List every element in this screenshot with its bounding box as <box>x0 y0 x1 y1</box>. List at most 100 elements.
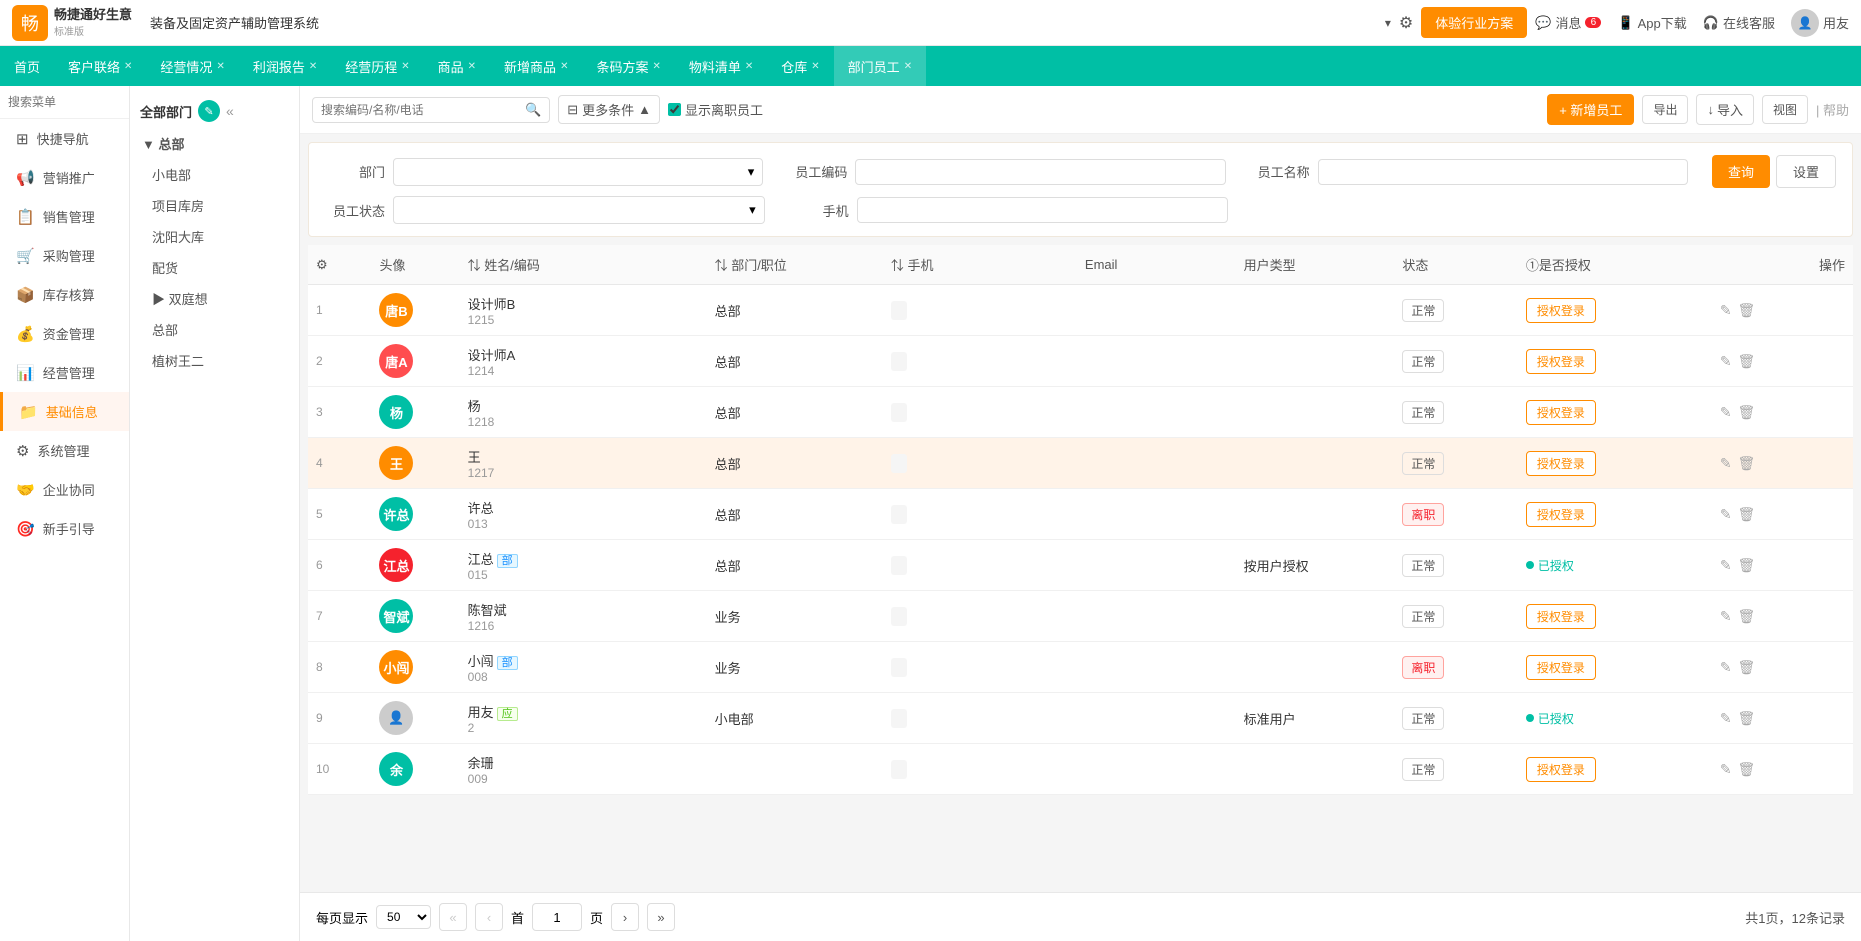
edit-button[interactable]: ✎ <box>1720 506 1732 523</box>
show-resigned-input[interactable] <box>668 103 681 116</box>
dept-edit-btn[interactable]: ✎ <box>198 100 220 122</box>
col-phone-header[interactable]: ⇅ 手机 <box>883 245 1077 285</box>
sidebar-item-bizmanage[interactable]: 📊 经营管理 <box>0 353 129 392</box>
sidebar-item-purchase[interactable]: 🛒 采购管理 <box>0 236 129 275</box>
dept-select[interactable]: ▾ <box>393 158 763 186</box>
tree-item-doublesix[interactable]: ▶ 双庭想 <box>130 283 299 314</box>
tree-item-hq[interactable]: ▼ 总部 <box>130 128 299 159</box>
delete-button[interactable]: 🗑 <box>1738 557 1756 574</box>
close-icon[interactable]: ✕ <box>468 61 476 72</box>
edit-button[interactable]: ✎ <box>1720 404 1732 421</box>
user-btn[interactable]: 👤 用友 <box>1791 9 1849 37</box>
close-icon[interactable]: ✕ <box>560 61 568 72</box>
last-page-btn[interactable]: » <box>647 903 675 931</box>
msg-btn[interactable]: 💬 消息 6 <box>1535 13 1601 32</box>
auth-button[interactable]: 授权登录 <box>1526 655 1596 680</box>
delete-button[interactable]: 🗑 <box>1738 302 1756 319</box>
nav-tab-addgoods[interactable]: 新增商品✕ <box>490 46 582 86</box>
reset-button[interactable]: 设置 <box>1776 155 1836 188</box>
auth-button[interactable]: 授权登录 <box>1526 502 1596 527</box>
sidebar-item-finance[interactable]: 💰 资金管理 <box>0 314 129 353</box>
export-button[interactable]: 导出 <box>1642 95 1688 124</box>
current-page-input[interactable] <box>532 903 582 931</box>
sidebar-item-basic[interactable]: 📁 基础信息 <box>0 392 129 431</box>
prev-page-btn[interactable]: ‹ <box>475 903 503 931</box>
more-conditions-btn[interactable]: ⊟ 更多条件 ▲ <box>558 95 660 124</box>
auth-button[interactable]: 授权登录 <box>1526 349 1596 374</box>
sys-dropdown-btn[interactable]: ▾ <box>1385 16 1391 30</box>
nav-tab-profit[interactable]: 利润报告✕ <box>239 46 331 86</box>
delete-button[interactable]: 🗑 <box>1738 404 1756 421</box>
nav-tab-goods[interactable]: 商品✕ <box>424 46 490 86</box>
edit-button[interactable]: ✎ <box>1720 455 1732 472</box>
query-button[interactable]: 查询 <box>1712 155 1770 188</box>
emp-code-input[interactable] <box>855 159 1225 185</box>
auth-button[interactable]: 授权登录 <box>1526 604 1596 629</box>
sidebar-item-marketing[interactable]: 📢 营销推广 <box>0 158 129 197</box>
tree-item-planting[interactable]: 植树王二 <box>130 345 299 376</box>
trial-button[interactable]: 体验行业方案 <box>1421 7 1527 38</box>
nav-tab-warehouse[interactable]: 仓库✕ <box>767 46 833 86</box>
sidebar-item-inventory[interactable]: 📦 库存核算 <box>0 275 129 314</box>
first-page-btn[interactable]: « <box>439 903 467 931</box>
close-icon[interactable]: ✕ <box>309 61 317 72</box>
close-icon[interactable]: ✕ <box>124 61 132 72</box>
auth-button[interactable]: 授权登录 <box>1526 757 1596 782</box>
edit-button[interactable]: ✎ <box>1720 710 1732 727</box>
close-icon[interactable]: ✕ <box>652 61 660 72</box>
emp-name-input[interactable] <box>1318 159 1688 185</box>
search-input[interactable] <box>321 103 521 117</box>
show-resigned-checkbox[interactable]: 显示离职员工 <box>668 100 763 119</box>
delete-button[interactable]: 🗑 <box>1738 455 1756 472</box>
col-dept-header[interactable]: ⇅ 部门/职位 <box>707 245 883 285</box>
nav-tab-customer[interactable]: 客户联络✕ <box>54 46 146 86</box>
nav-tab-business[interactable]: 经营情况✕ <box>146 46 238 86</box>
nav-tab-home[interactable]: 首页 <box>0 46 54 86</box>
nav-tab-material[interactable]: 物料清单✕ <box>675 46 767 86</box>
delete-button[interactable]: 🗑 <box>1738 761 1756 778</box>
auth-button[interactable]: 授权登录 <box>1526 400 1596 425</box>
auth-button[interactable]: 授权登录 <box>1526 451 1596 476</box>
nav-tab-dept[interactable]: 部门员工✕ <box>834 46 926 86</box>
sidebar-item-guide[interactable]: 🎯 新手引导 <box>0 509 129 548</box>
dept-collapse-btn[interactable]: « <box>226 103 234 119</box>
sidebar-item-collab[interactable]: 🤝 企业协同 <box>0 470 129 509</box>
import-button[interactable]: ↓ 导入 <box>1696 94 1754 125</box>
tree-item-shenyang[interactable]: 沈阳大库 <box>130 221 299 252</box>
close-icon[interactable]: ✕ <box>401 61 409 72</box>
close-icon[interactable]: ✕ <box>811 61 819 72</box>
delete-button[interactable]: 🗑 <box>1738 506 1756 523</box>
delete-button[interactable]: 🗑 <box>1738 659 1756 676</box>
close-icon[interactable]: ✕ <box>904 61 912 72</box>
col-name-header[interactable]: ⇅ 姓名/编码 <box>460 245 707 285</box>
tree-item-projroom[interactable]: 项目库房 <box>130 190 299 221</box>
edit-button[interactable]: ✎ <box>1720 761 1732 778</box>
app-btn[interactable]: 📱 App下载 <box>1617 13 1686 32</box>
edit-button[interactable]: ✎ <box>1720 659 1732 676</box>
col-settings[interactable]: ⚙ <box>308 245 371 285</box>
nav-tab-bizflow[interactable]: 经营历程✕ <box>331 46 423 86</box>
search-menu-input[interactable] <box>8 95 130 109</box>
next-page-btn[interactable]: › <box>611 903 639 931</box>
tree-item-hq2[interactable]: 总部 <box>130 314 299 345</box>
per-page-select[interactable]: 50 100 200 <box>376 905 431 929</box>
auth-button[interactable]: 授权登录 <box>1526 298 1596 323</box>
delete-button[interactable]: 🗑 <box>1738 353 1756 370</box>
nav-tab-barcode[interactable]: 条码方案✕ <box>582 46 674 86</box>
online-service-btn[interactable]: 🎧 在线客服 <box>1703 13 1775 32</box>
emp-status-select[interactable]: ▾ <box>393 196 765 224</box>
sidebar-item-sales[interactable]: 📋 销售管理 <box>0 197 129 236</box>
add-employee-button[interactable]: + 新增员工 <box>1547 94 1634 125</box>
delete-button[interactable]: 🗑 <box>1738 710 1756 727</box>
view-button[interactable]: 视图 <box>1762 95 1808 124</box>
tree-item-smallelec[interactable]: 小电部 <box>130 159 299 190</box>
tree-item-dispatch[interactable]: 配货 <box>130 252 299 283</box>
edit-button[interactable]: ✎ <box>1720 302 1732 319</box>
delete-button[interactable]: 🗑 <box>1738 608 1756 625</box>
edit-button[interactable]: ✎ <box>1720 608 1732 625</box>
gear-icon[interactable]: ⚙ <box>1399 13 1413 33</box>
edit-button[interactable]: ✎ <box>1720 557 1732 574</box>
close-icon[interactable]: ✕ <box>216 61 224 72</box>
help-btn[interactable]: | 帮助 <box>1816 100 1849 119</box>
phone-input[interactable] <box>857 197 1229 223</box>
